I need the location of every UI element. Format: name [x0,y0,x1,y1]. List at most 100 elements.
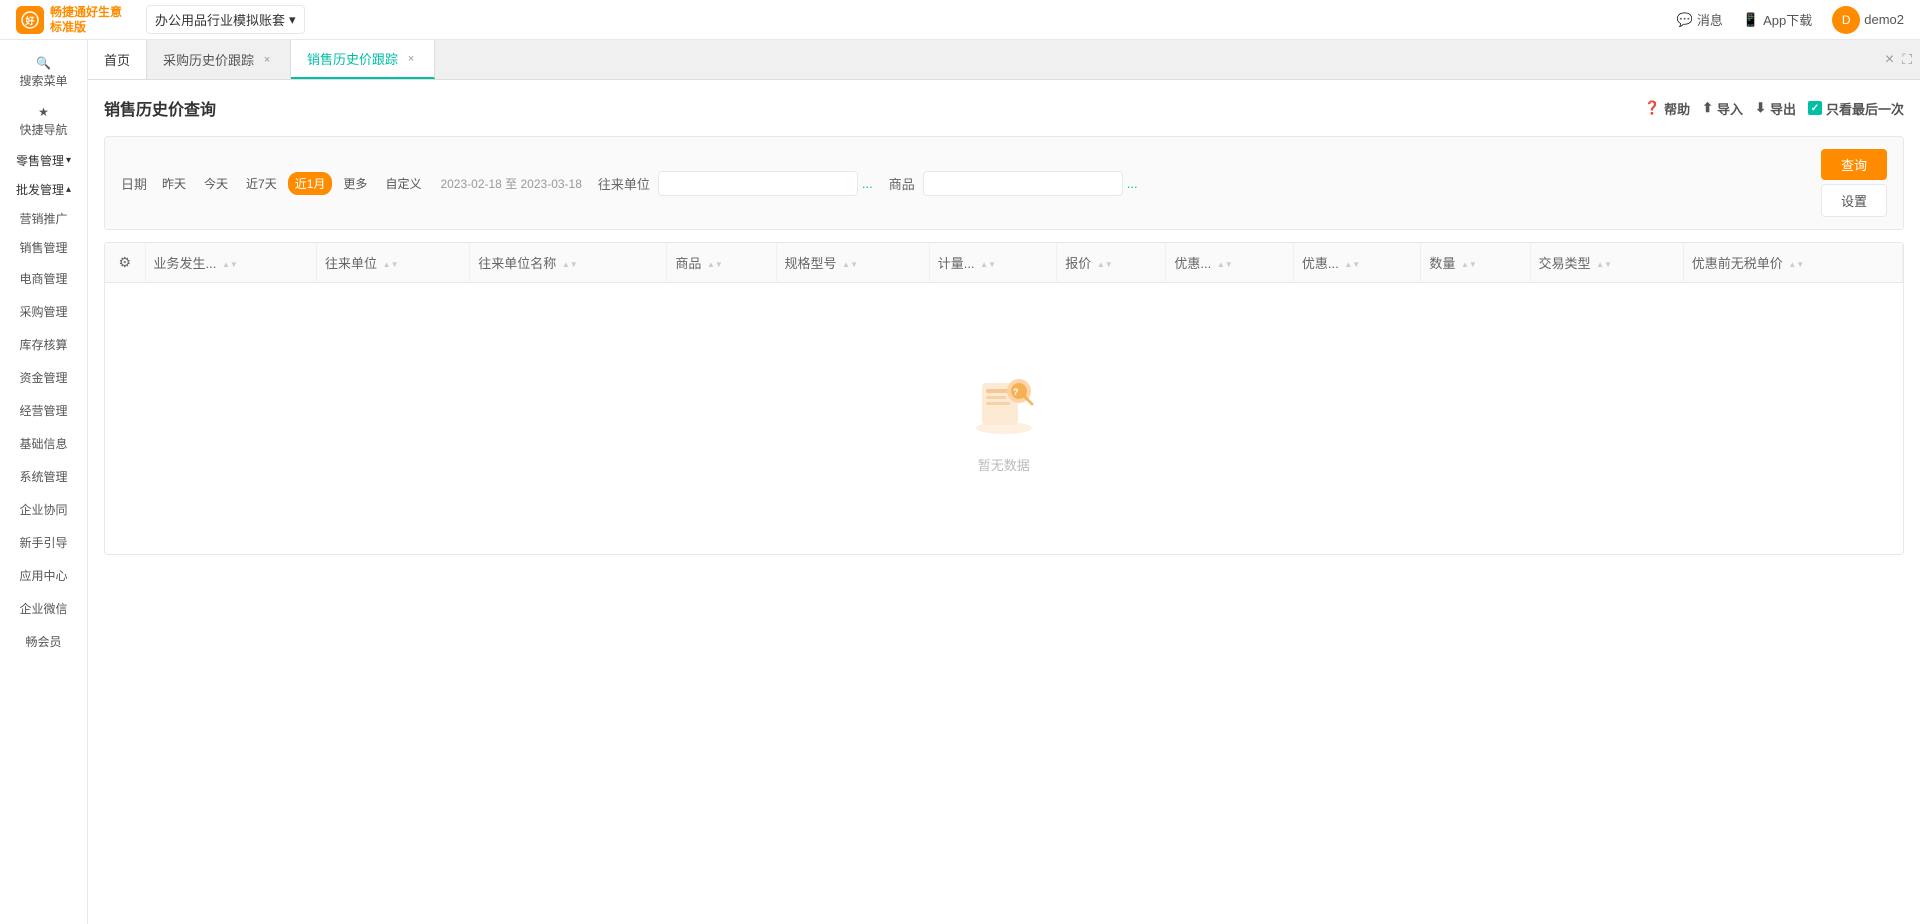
sidebar-item-operations[interactable]: 经营管理 [0,394,87,427]
message-icon: 💬 [1677,12,1693,28]
sidebar-item-app-center[interactable]: 应用中心 [0,559,87,592]
sidebar-item-finance[interactable]: 资金管理 [0,361,87,394]
export-icon: ⬇ [1755,100,1766,116]
table-header-pretax-price[interactable]: 优惠前无税单价 ▲▼ [1683,243,1902,283]
table-header-discount2[interactable]: 优惠... ▲▼ [1293,243,1421,283]
tab-purchase-close[interactable]: × [260,53,274,67]
sidebar-item-search[interactable]: 🔍 搜索菜单 [0,48,87,97]
tab-home[interactable]: 首页 [88,40,147,79]
table-header-qty[interactable]: 数量 ▲▼ [1421,243,1530,283]
date-filter-label: 日期 [121,174,147,193]
sort-icon-partner: ▲▼ [383,260,399,269]
sidebar-item-enterprise[interactable]: 企业协同 [0,493,87,526]
sidebar-item-wechat[interactable]: 企业微信 [0,592,87,625]
tabs-right-actions: × ⛶ [1885,51,1920,69]
date-btn-yesterday[interactable]: 昨天 [155,172,193,195]
table-header-price[interactable]: 报价 ▲▼ [1057,243,1166,283]
sidebar-item-inventory[interactable]: 库存核算 [0,328,87,361]
sidebar-item-retail[interactable]: 零售管理 ▾ [0,146,87,175]
empty-text: 暂无数据 [978,455,1030,474]
filter-bar: 日期 昨天 今天 近7天 近1月 更多 自定义 2023-02-18 至 202… [104,136,1904,230]
header-left: 好 畅捷通好生意 标准版 办公用品行业模拟账套 ▾ [16,5,305,34]
product-input[interactable] [923,171,1123,196]
data-table: ⚙ 业务发生... ▲▼ 往来单位 ▲▼ 往来单位名称 ▲▼ [105,243,1903,554]
top-header: 好 畅捷通好生意 标准版 办公用品行业模拟账套 ▾ 💬 消息 📱 App下载 D… [0,0,1920,40]
search-icon: 🔍 [36,56,51,70]
sort-icon-discount2: ▲▼ [1344,260,1360,269]
sidebar-item-member[interactable]: 畅会员 [0,625,87,658]
sort-icon-product: ▲▼ [707,260,723,269]
sidebar-item-wholesale[interactable]: 批发管理 ▴ [0,175,87,204]
close-window-icon[interactable]: × [1885,51,1894,69]
svg-text:?: ? [1013,387,1019,397]
app-download-button[interactable]: 📱 App下载 [1743,10,1812,29]
fullscreen-icon[interactable]: ⛶ [1902,51,1912,68]
sidebar-item-ecommerce[interactable]: 电商管理 [0,262,87,295]
sidebar-item-beginner[interactable]: 新手引导 [0,526,87,559]
table-header-partner-name[interactable]: 往来单位名称 ▲▼ [470,243,667,283]
sort-icon-discount1: ▲▼ [1217,260,1233,269]
user-menu[interactable]: D demo2 [1832,6,1904,34]
empty-illustration: ? [964,363,1044,443]
product-filter-group: 商品 ... [889,171,1138,196]
table-header-date[interactable]: 业务发生... ▲▼ [145,243,317,283]
table-header-row: ⚙ 业务发生... ▲▼ 往来单位 ▲▼ 往来单位名称 ▲▼ [105,243,1903,283]
table-header-spec[interactable]: 规格型号 ▲▼ [776,243,929,283]
date-btn-7days[interactable]: 近7天 [239,172,284,195]
only-last-checkbox[interactable]: ✓ [1808,101,1822,115]
main-content: 销售历史价查询 ❓ 帮助 ⬆ 导入 ⬇ 导出 ✓ 只看最后一次 日期 [88,80,1920,924]
sidebar-item-sales[interactable]: 销售管理 [0,233,87,262]
account-selector[interactable]: 办公用品行业模拟账套 ▾ [146,5,305,34]
tabs-bar: 首页 采购历史价跟踪 × 销售历史价跟踪 × × ⛶ [88,40,1920,80]
empty-state: ? 暂无数据 [105,283,1903,554]
sort-icon-price: ▲▼ [1097,260,1113,269]
sidebar-item-basic-info[interactable]: 基础信息 [0,427,87,460]
sidebar-item-purchase[interactable]: 采购管理 [0,295,87,328]
svg-text:好: 好 [24,15,34,26]
table-header-discount1[interactable]: 优惠... ▲▼ [1166,243,1294,283]
message-button[interactable]: 💬 消息 [1677,10,1723,29]
page-title-actions: ❓ 帮助 ⬆ 导入 ⬇ 导出 ✓ 只看最后一次 [1644,99,1904,118]
sort-icon-spec: ▲▼ [842,260,858,269]
sidebar-item-quick-nav[interactable]: ★ 快捷导航 [0,97,87,146]
date-btn-more[interactable]: 更多 [336,172,374,195]
table-header-partner[interactable]: 往来单位 ▲▼ [317,243,470,283]
date-btn-custom[interactable]: 自定义 [378,172,428,195]
sidebar-item-marketing[interactable]: 营销推广 [0,204,87,233]
settings-button[interactable]: 设置 [1821,184,1887,217]
gear-icon: ⚙ [118,254,131,270]
logo-text: 畅捷通好生意 标准版 [50,5,122,34]
sidebar-item-system[interactable]: 系统管理 [0,460,87,493]
table-header-trade-type[interactable]: 交易类型 ▲▼ [1530,243,1683,283]
logo-icon: 好 [16,6,44,34]
sort-icon-qty: ▲▼ [1461,260,1477,269]
date-filter-group: 日期 昨天 今天 近7天 近1月 更多 自定义 2023-02-18 至 202… [121,172,582,195]
date-btn-1month[interactable]: 近1月 [288,172,333,195]
tab-sales-close[interactable]: × [404,52,418,66]
page-title-row: 销售历史价查询 ❓ 帮助 ⬆ 导入 ⬇ 导出 ✓ 只看最后一次 [104,96,1904,120]
table-header-product[interactable]: 商品 ▲▼ [667,243,776,283]
import-icon: ⬆ [1702,100,1713,116]
partner-filter-group: 往来单位 ... [598,171,873,196]
only-last-checkbox-wrap[interactable]: ✓ 只看最后一次 [1808,99,1904,118]
table-header-unit[interactable]: 计量... ▲▼ [929,243,1057,283]
sort-icon-unit: ▲▼ [980,260,996,269]
import-button[interactable]: ⬆ 导入 [1702,99,1743,118]
sort-icon-trade-type: ▲▼ [1596,260,1612,269]
partner-input[interactable] [658,171,858,196]
tab-purchase-history[interactable]: 采购历史价跟踪 × [147,40,291,79]
tab-sales-history[interactable]: 销售历史价跟踪 × [291,40,435,79]
chevron-down-icon: ▾ [66,155,71,166]
table-empty-row: ? 暂无数据 [105,283,1903,555]
table-header-gear[interactable]: ⚙ [105,243,145,283]
download-icon: 📱 [1743,12,1759,28]
partner-filter-label: 往来单位 [598,174,650,193]
export-button[interactable]: ⬇ 导出 [1755,99,1796,118]
date-btn-today[interactable]: 今天 [197,172,235,195]
product-select-button[interactable]: ... [1127,176,1138,191]
page-title: 销售历史价查询 [104,96,216,120]
query-button[interactable]: 查询 [1821,149,1887,180]
help-button[interactable]: ❓ 帮助 [1644,99,1690,118]
partner-select-button[interactable]: ... [862,176,873,191]
chevron-up-icon: ▴ [66,184,71,195]
